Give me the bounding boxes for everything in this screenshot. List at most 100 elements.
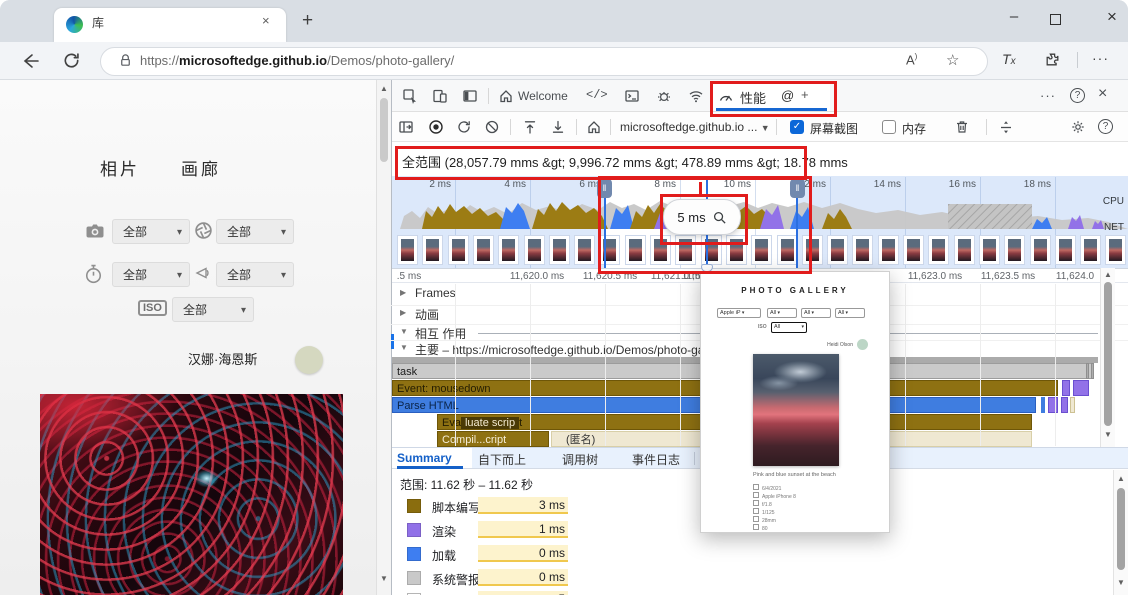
photo-rain-droplets[interactable] bbox=[40, 394, 343, 595]
console-icon[interactable] bbox=[624, 88, 640, 104]
flame-task-sliver[interactable] bbox=[1086, 363, 1089, 379]
flame-task-sliver[interactable] bbox=[1091, 363, 1094, 379]
collapse-arrow-icon[interactable]: ▼ bbox=[400, 343, 408, 352]
toggle-sidebar-icon[interactable] bbox=[398, 119, 414, 135]
filmstrip-thumbnail[interactable] bbox=[777, 235, 798, 265]
filmstrip-thumbnail[interactable] bbox=[397, 235, 418, 265]
filmstrip-thumbnail[interactable] bbox=[903, 235, 924, 265]
devtools-more-icon[interactable]: ··· bbox=[1040, 88, 1056, 103]
flame-rendering-segment[interactable] bbox=[1073, 380, 1089, 396]
range-breadcrumb[interactable]: 全范围 (28,057.79 mms &gt; 9,996.72 mms &gt… bbox=[402, 152, 848, 171]
scroll-down-icon[interactable]: ▼ bbox=[380, 574, 388, 583]
filmstrip-thumbnail[interactable] bbox=[650, 235, 671, 265]
home-icon[interactable] bbox=[498, 88, 514, 104]
devtools-close-icon[interactable]: × bbox=[1098, 85, 1107, 103]
trash-icon[interactable] bbox=[954, 119, 970, 135]
download-profile-icon[interactable] bbox=[550, 119, 566, 135]
tab-welcome[interactable]: Welcome bbox=[518, 89, 568, 103]
tab-elements-code-icon[interactable]: </> bbox=[586, 88, 608, 102]
filmstrip-thumbnail[interactable] bbox=[979, 235, 1000, 265]
window-maximize-button[interactable] bbox=[1050, 14, 1061, 25]
aperture-filter-select[interactable]: 全部▾ bbox=[216, 219, 294, 244]
upload-profile-icon[interactable] bbox=[522, 119, 538, 135]
scroll-up-icon[interactable]: ▲ bbox=[380, 84, 388, 93]
flame-rendering-segment[interactable] bbox=[1062, 380, 1070, 396]
scroll-down-icon[interactable]: ▼ bbox=[1117, 578, 1125, 587]
selection-handle-left[interactable]: ‖ bbox=[597, 179, 612, 198]
origin-select[interactable]: microsoftedge.github.io ... ▼ bbox=[620, 120, 770, 134]
selection-handle-right[interactable]: ‖ bbox=[790, 179, 805, 198]
flame-rendering-segment[interactable] bbox=[1061, 397, 1068, 413]
shutter-filter-select[interactable]: 全部▾ bbox=[112, 262, 190, 287]
network-conditions-icon[interactable] bbox=[688, 88, 704, 104]
filmstrip-thumbnail[interactable] bbox=[1055, 235, 1076, 265]
devtools-help-icon[interactable]: ? bbox=[1070, 88, 1085, 103]
focal-filter-select[interactable]: 全部▾ bbox=[216, 262, 294, 287]
flame-compile-script[interactable]: Compil...cript bbox=[437, 431, 549, 447]
browser-tab[interactable] bbox=[54, 8, 286, 42]
filmstrip-thumbnail[interactable] bbox=[473, 235, 494, 265]
filmstrip-thumbnail[interactable] bbox=[448, 235, 469, 265]
home-icon[interactable] bbox=[586, 119, 602, 135]
filmstrip-thumbnail[interactable] bbox=[1030, 235, 1051, 265]
gear-icon[interactable] bbox=[1070, 119, 1086, 135]
record-icon[interactable] bbox=[428, 119, 444, 135]
window-close-button[interactable]: × bbox=[1092, 7, 1128, 27]
bug-icon[interactable] bbox=[656, 88, 672, 104]
favorite-star-icon[interactable]: ☆ bbox=[946, 51, 959, 69]
filmstrip-thumbnail[interactable] bbox=[422, 235, 443, 265]
filmstrip-thumbnail[interactable] bbox=[701, 235, 722, 265]
filmstrip-thumbnail[interactable] bbox=[1080, 235, 1101, 265]
filmstrip-thumbnail[interactable] bbox=[599, 235, 620, 265]
read-aloud-icon[interactable]: A) bbox=[906, 52, 917, 67]
expand-arrow-icon[interactable]: ▶ bbox=[400, 288, 406, 297]
filmstrip-thumbnail[interactable] bbox=[802, 235, 823, 265]
tab-close-icon[interactable]: × bbox=[262, 13, 270, 28]
filmstrip-thumbnail[interactable] bbox=[928, 235, 949, 265]
filmstrip-thumbnail[interactable] bbox=[1004, 235, 1025, 265]
flame-loading-segment[interactable] bbox=[1041, 397, 1045, 413]
inspect-element-icon[interactable] bbox=[402, 88, 418, 104]
url-text[interactable]: https://microsoftedge.github.io/Demos/ph… bbox=[140, 53, 454, 68]
window-minimize-button[interactable]: – bbox=[994, 8, 1034, 25]
filmstrip-thumbnail[interactable] bbox=[954, 235, 975, 265]
device-emulation-icon[interactable] bbox=[432, 88, 448, 104]
filmstrip-thumbnail[interactable] bbox=[549, 235, 570, 265]
scrollbar-thumb[interactable] bbox=[1117, 488, 1125, 570]
iso-filter-select[interactable]: 全部▾ bbox=[172, 297, 254, 322]
memory-checkbox[interactable] bbox=[882, 120, 896, 134]
filmstrip-thumbnail[interactable] bbox=[524, 235, 545, 265]
filmstrip-thumbnail[interactable] bbox=[625, 235, 646, 265]
filmstrip-thumbnail[interactable] bbox=[1105, 235, 1126, 265]
filmstrip-thumbnail[interactable] bbox=[878, 235, 899, 265]
perf-help-icon[interactable]: ? bbox=[1098, 119, 1113, 134]
collapse-icon[interactable] bbox=[998, 119, 1014, 135]
record-reload-icon[interactable] bbox=[456, 119, 472, 135]
reload-icon[interactable] bbox=[62, 51, 81, 70]
screenshots-checkbox[interactable]: ✓ bbox=[790, 120, 804, 134]
filmstrip-thumbnail[interactable] bbox=[675, 235, 696, 265]
scrollbar-thumb[interactable] bbox=[380, 98, 388, 162]
bottom-tab-3[interactable]: 事件日志 bbox=[632, 451, 680, 468]
back-icon[interactable] bbox=[20, 51, 40, 71]
tab-performance-label[interactable]: 性能 bbox=[740, 88, 766, 107]
scroll-up-icon[interactable]: ▲ bbox=[1117, 474, 1125, 483]
extensions-icon[interactable] bbox=[1044, 51, 1061, 68]
filmstrip-thumbnail[interactable] bbox=[574, 235, 595, 265]
screenshots-label[interactable]: 屏幕截图 bbox=[810, 120, 858, 137]
memory-label[interactable]: 内存 bbox=[902, 120, 926, 137]
bottom-tab-summary[interactable]: Summary bbox=[397, 451, 452, 465]
browser-menu-icon[interactable]: ··· bbox=[1092, 50, 1109, 66]
camera-filter-select[interactable]: 全部▾ bbox=[112, 219, 190, 244]
collapse-arrow-icon[interactable]: ▼ bbox=[400, 327, 408, 336]
filmstrip-thumbnail[interactable] bbox=[498, 235, 519, 265]
scrollbar-thumb[interactable] bbox=[1104, 282, 1112, 426]
translate-icon[interactable]: Tx bbox=[1002, 51, 1016, 67]
filmstrip-thumbnail[interactable] bbox=[726, 235, 747, 265]
bottom-tab-2[interactable]: 调用树 bbox=[562, 451, 598, 468]
avatar[interactable] bbox=[295, 346, 323, 374]
expand-arrow-icon[interactable]: ▶ bbox=[400, 308, 406, 317]
scroll-up-icon[interactable]: ▲ bbox=[1104, 270, 1112, 279]
add-panel-button[interactable]: + bbox=[801, 87, 809, 102]
filmstrip-thumbnail[interactable] bbox=[827, 235, 848, 265]
